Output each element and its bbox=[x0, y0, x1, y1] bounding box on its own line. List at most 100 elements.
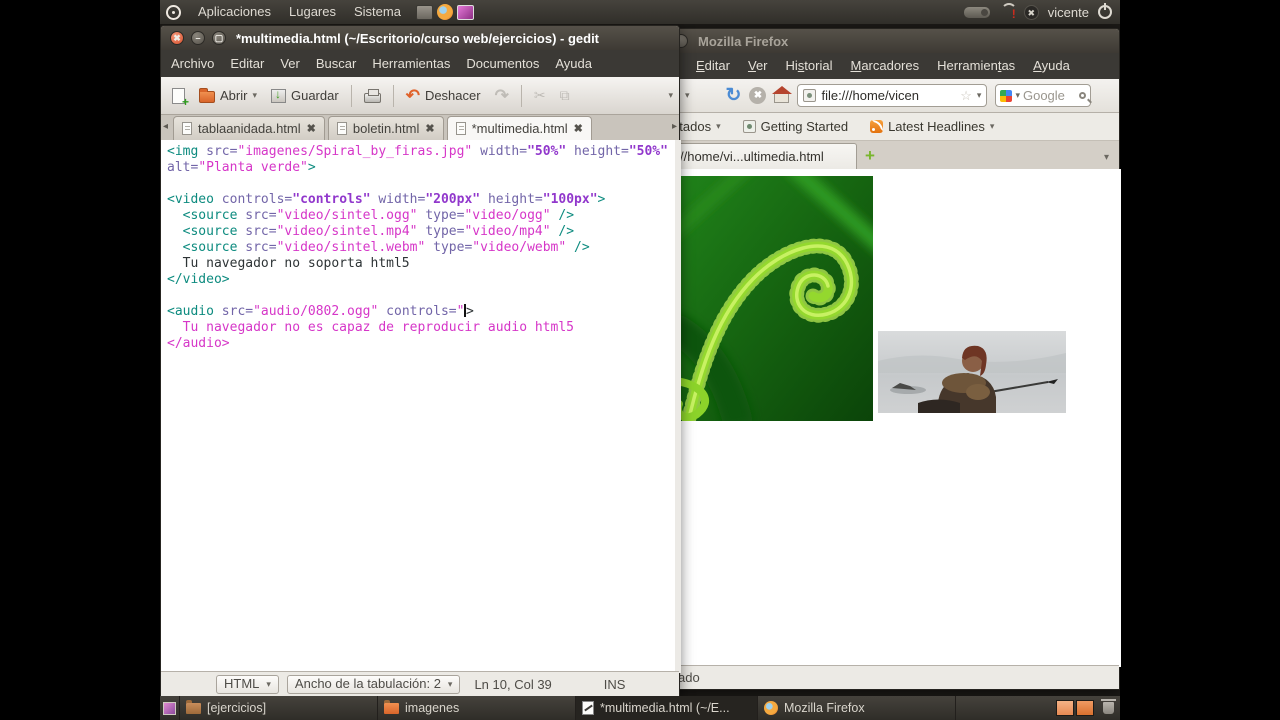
cursor-position-label: Ln 10, Col 39 bbox=[474, 676, 552, 692]
spiral-plant-image bbox=[681, 176, 873, 421]
page-icon bbox=[742, 120, 756, 133]
tab-scroll-left-icon[interactable]: ◂ bbox=[163, 121, 168, 132]
search-icon[interactable] bbox=[1079, 92, 1087, 99]
gedit-menu-documentos[interactable]: Documentos bbox=[458, 50, 547, 77]
screen-recorder-icon[interactable] bbox=[456, 4, 474, 20]
google-engine-icon[interactable] bbox=[1000, 89, 1013, 102]
gedit-menu-buscar[interactable]: Buscar bbox=[308, 50, 364, 77]
gedit-menu-ver[interactable]: Ver bbox=[272, 50, 308, 77]
tab-width-combo[interactable]: Ancho de la tabulación: 2 ▾ bbox=[286, 674, 461, 694]
tab-label: boletin.html bbox=[352, 121, 420, 136]
gedit-titlebar[interactable]: ✖ – ▢ *multimedia.html (~/Escritorio/cur… bbox=[161, 26, 679, 50]
close-tab-icon[interactable]: ✖ bbox=[574, 122, 583, 135]
panel-menu-aplicaciones[interactable]: Aplicaciones bbox=[189, 0, 280, 24]
firefox-launcher-icon[interactable] bbox=[436, 4, 453, 20]
code-editor-area[interactable]: <img src="imagenes/Spiral_by_firas.jpg" … bbox=[161, 140, 681, 673]
username-label[interactable]: vicente bbox=[1048, 5, 1089, 20]
close-tab-icon[interactable]: ✖ bbox=[307, 122, 316, 135]
taskbar-item-imagenes[interactable]: imagenes bbox=[378, 696, 576, 720]
battery-icon[interactable] bbox=[963, 6, 990, 18]
language-combo[interactable]: HTML ▾ bbox=[216, 674, 279, 694]
url-dropdown-icon[interactable]: ▾ bbox=[977, 90, 982, 101]
firefox-menu-ver[interactable]: Ver bbox=[739, 53, 777, 79]
show-desktop-button[interactable] bbox=[160, 696, 180, 720]
firefox-menu-editar[interactable]: Editar bbox=[687, 53, 739, 79]
panel-menus: Aplicaciones Lugares Sistema bbox=[189, 0, 410, 24]
maximize-window-icon[interactable]: ▢ bbox=[212, 31, 226, 45]
firefox-title: Mozilla Firefox bbox=[698, 33, 789, 49]
code-line: Tu navegador no soporta html5 bbox=[167, 256, 410, 271]
code-line: <img src="imagenes/Spiral_by_firas.jpg" … bbox=[167, 144, 668, 159]
ubuntu-logo-icon[interactable] bbox=[166, 4, 181, 20]
forward-dropdown-icon[interactable]: ▾ bbox=[685, 90, 690, 101]
code-line: Tu navegador no es capaz de reproducir a… bbox=[167, 320, 574, 335]
close-tab-icon[interactable]: ✖ bbox=[425, 122, 434, 135]
search-box[interactable]: ▾ Google bbox=[995, 84, 1092, 107]
gedit-menu-herramientas[interactable]: Herramientas bbox=[364, 50, 458, 77]
gedit-tab-boletin-html[interactable]: boletin.html ✖ bbox=[327, 116, 444, 140]
redo-button[interactable]: ↷ bbox=[490, 86, 514, 106]
bottom-taskbar: [ejercicios] imagenes *multimedia.html (~/… bbox=[160, 696, 1120, 720]
new-document-button[interactable] bbox=[167, 85, 190, 109]
list-all-tabs-icon[interactable]: ▾ bbox=[1104, 152, 1109, 163]
gedit-statusbar: HTML ▾ Ancho de la tabulación: 2 ▾ Ln 10, … bbox=[161, 671, 679, 696]
taskbar-item-mozilla-firefox[interactable]: Mozilla Firefox bbox=[758, 696, 956, 720]
code-line: alt="Planta verde"> bbox=[167, 160, 316, 175]
trash-button[interactable] bbox=[1098, 696, 1118, 720]
bookmark-label: Getting Started bbox=[760, 119, 849, 134]
firefox-tab[interactable]: //home/vi...ultimedia.html bbox=[669, 143, 857, 169]
gedit-tab-tablaanidada-html[interactable]: tablaanidada.html ✖ bbox=[173, 116, 325, 140]
panel-menu-sistema[interactable]: Sistema bbox=[345, 0, 410, 24]
undo-button[interactable]: ↶ Deshacer bbox=[401, 85, 486, 106]
bookmark-star-icon[interactable]: ☆ bbox=[960, 88, 972, 104]
save-button[interactable]: Guardar bbox=[266, 85, 344, 106]
movie-player-icon[interactable] bbox=[415, 4, 433, 20]
firefox-navbar: ▾ ↻ ✖ file:///home/vicen ☆ ▾ ▾ Google bbox=[665, 79, 1119, 113]
firefox-content bbox=[665, 169, 1121, 667]
toolbar-overflow-icon[interactable]: ▾ bbox=[668, 90, 673, 101]
print-button[interactable] bbox=[359, 86, 386, 106]
url-bar[interactable]: file:///home/vicen ☆ ▾ bbox=[797, 84, 988, 107]
close-window-icon[interactable]: ✖ bbox=[170, 31, 184, 45]
tab-scroll-right-icon[interactable]: ▸ bbox=[672, 121, 677, 132]
cut-button[interactable]: ✂ bbox=[529, 84, 551, 107]
copy-button[interactable]: ⧉ bbox=[555, 84, 575, 107]
open-dropdown-icon[interactable]: ▾ bbox=[252, 90, 257, 101]
search-placeholder[interactable]: Google bbox=[1023, 88, 1076, 103]
new-document-icon bbox=[172, 87, 189, 109]
firefox-menu-ayuda[interactable]: Ayuda bbox=[1024, 53, 1079, 79]
taskbar-item-ejercicios[interactable]: [ejercicios] bbox=[180, 696, 378, 720]
url-text[interactable]: file:///home/vicen bbox=[821, 88, 955, 103]
network-icon[interactable] bbox=[999, 2, 1017, 21]
bookmark-latest-headlines[interactable]: Latest Headlines ▾ bbox=[870, 119, 994, 134]
new-tab-icon[interactable]: + bbox=[865, 146, 875, 166]
stop-icon[interactable]: ✖ bbox=[749, 87, 767, 104]
open-button[interactable]: Abrir ▾ bbox=[194, 85, 262, 106]
gedit-tabbar: ◂ tablaanidada.html ✖ boletin.html ✖ *multim… bbox=[161, 115, 679, 140]
gedit-menu-editar[interactable]: Editar bbox=[222, 50, 272, 77]
bookmark-getting-started[interactable]: Getting Started bbox=[742, 119, 849, 134]
code-line: <source src="video/sintel.mp4" type="vid… bbox=[182, 224, 575, 239]
sintel-video-player[interactable] bbox=[878, 331, 1066, 413]
panel-indicators: ✖ vicente bbox=[963, 2, 1120, 21]
firefox-menu-herramientas[interactable]: Herramientas bbox=[928, 53, 1024, 79]
workspace-2[interactable] bbox=[1076, 700, 1094, 716]
power-icon[interactable] bbox=[1098, 3, 1112, 19]
print-icon bbox=[363, 88, 381, 103]
minimize-window-icon[interactable]: – bbox=[191, 31, 205, 45]
firefox-menu-marcadores[interactable]: Marcadores bbox=[841, 53, 928, 79]
status-menu-icon[interactable]: ✖ bbox=[1023, 4, 1039, 20]
code-line: <audio src="audio/0802.ogg" controls=" > bbox=[167, 304, 474, 319]
reload-icon[interactable]: ↻ bbox=[726, 84, 742, 107]
gedit-tab-multimedia-html[interactable]: *multimedia.html ✖ bbox=[446, 116, 592, 140]
taskbar-item-multimedia-html-e[interactable]: *multimedia.html (~/E... bbox=[576, 696, 758, 720]
home-icon[interactable] bbox=[772, 86, 793, 103]
workspace-1[interactable] bbox=[1056, 700, 1074, 716]
firefox-menu-historial[interactable]: Historial bbox=[777, 53, 842, 79]
firefox-titlebar[interactable]: Mozilla Firefox bbox=[665, 29, 1119, 53]
gedit-menu-archivo[interactable]: Archivo bbox=[163, 50, 222, 77]
panel-menu-lugares[interactable]: Lugares bbox=[280, 0, 345, 24]
search-engine-dropdown-icon[interactable]: ▾ bbox=[1015, 90, 1020, 101]
gedit-menu-ayuda[interactable]: Ayuda bbox=[547, 50, 600, 77]
